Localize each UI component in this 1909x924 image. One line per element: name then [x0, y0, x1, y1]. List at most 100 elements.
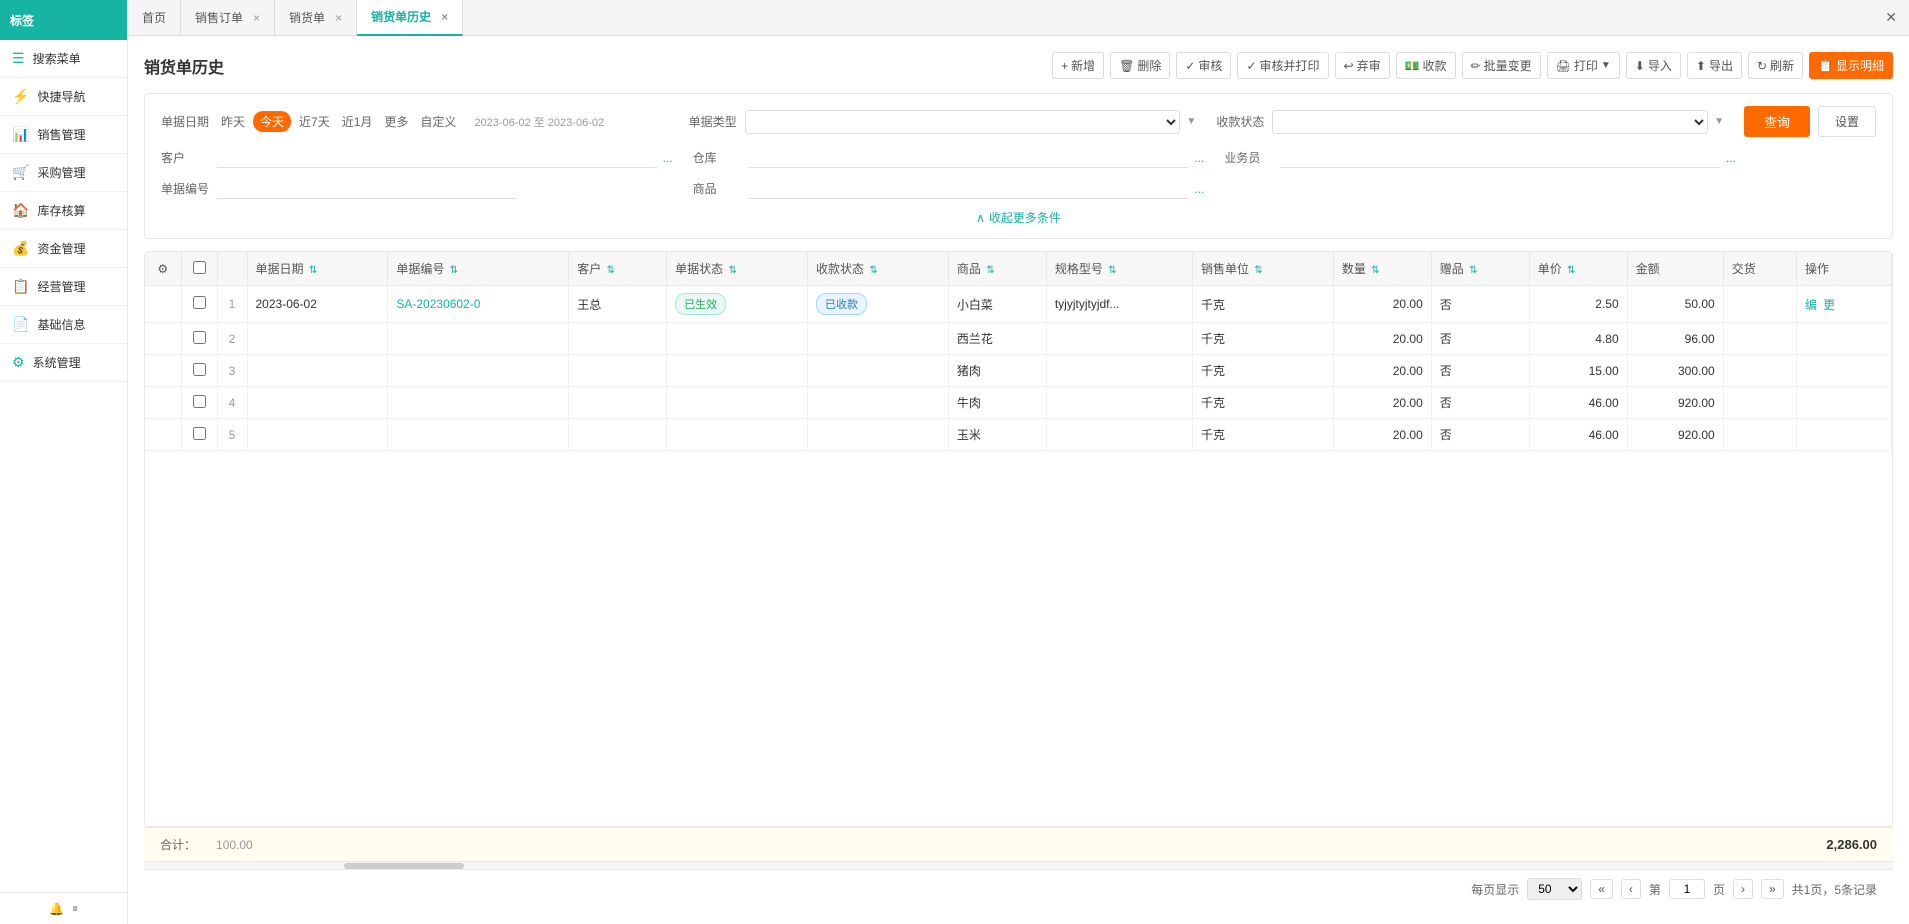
sys-mgmt-icon: ⚙	[12, 354, 25, 371]
th-checkbox[interactable]	[181, 252, 217, 286]
sidebar-item-quick-nav[interactable]: ⚡ 快捷导航	[0, 78, 127, 116]
tab-sales-goods[interactable]: 销货单 ×	[275, 0, 357, 36]
last-page-button[interactable]: »	[1761, 879, 1784, 899]
prev-page-button[interactable]: ‹	[1621, 879, 1641, 899]
collect-button[interactable]: 💵 收款	[1396, 52, 1456, 79]
td-unit-price: 46.00	[1529, 387, 1627, 419]
row-checkbox[interactable]	[193, 296, 206, 309]
collect-status-select[interactable]	[1272, 110, 1708, 134]
td-checkbox[interactable]	[181, 323, 217, 355]
td-doc-no[interactable]	[388, 387, 569, 419]
row-checkbox[interactable]	[193, 331, 206, 344]
td-doc-no[interactable]	[388, 419, 569, 451]
td-checkbox[interactable]	[181, 286, 217, 323]
print-button[interactable]: 🖨 打印 ▼	[1547, 52, 1620, 79]
edit-action[interactable]: 编	[1805, 298, 1817, 312]
shortcut-more[interactable]: 更多	[380, 111, 412, 132]
first-page-button[interactable]: «	[1590, 879, 1613, 899]
delete-button[interactable]: 🗑 删除	[1110, 52, 1170, 79]
th-transaction: 交货	[1723, 252, 1796, 286]
sidebar-item-inventory[interactable]: 🏠 库存核算	[0, 192, 127, 230]
select-all-checkbox[interactable]	[193, 261, 206, 274]
import-button[interactable]: ⬇ 导入	[1626, 52, 1681, 79]
sidebar-item-basic-info[interactable]: 📄 基础信息	[0, 306, 127, 344]
sort-collect-status-icon: ⇅	[869, 265, 877, 276]
page-number-input[interactable]: 1	[1669, 879, 1705, 899]
sidebar-bottom: 🔔 ⏸	[0, 892, 127, 924]
th-gift[interactable]: 赠品 ⇅	[1431, 252, 1529, 286]
more-action[interactable]: 更	[1823, 298, 1835, 312]
batch-change-button[interactable]: ✏ 批量变更	[1462, 52, 1541, 79]
collapse-icon: ∧	[976, 211, 985, 225]
goods-input[interactable]	[749, 178, 1189, 199]
tab-sales-goods-close[interactable]: ×	[335, 11, 342, 25]
sort-goods-icon: ⇅	[986, 265, 994, 276]
export-button[interactable]: ⬆ 导出	[1687, 52, 1742, 79]
shortcut-7days[interactable]: 近7天	[295, 111, 334, 132]
th-spec[interactable]: 规格型号 ⇅	[1046, 252, 1192, 286]
show-detail-button[interactable]: 📋 显示明细	[1809, 52, 1893, 79]
audit-print-button[interactable]: ✓ 审核并打印	[1237, 52, 1328, 79]
sidebar-item-purchase-mgmt[interactable]: 🛒 采购管理	[0, 154, 127, 192]
customer-ellipsis[interactable]: ...	[663, 151, 673, 165]
th-unit-price[interactable]: 单价 ⇅	[1529, 252, 1627, 286]
td-doc-no[interactable]	[388, 355, 569, 387]
abandon-button[interactable]: ↩ 弃审	[1335, 52, 1390, 79]
th-settings[interactable]: ⚙	[145, 252, 181, 286]
row-checkbox[interactable]	[193, 427, 206, 440]
doc-type-select[interactable]	[745, 110, 1181, 134]
th-unit[interactable]: 销售单位 ⇅	[1192, 252, 1333, 286]
th-qty[interactable]: 数量 ⇅	[1333, 252, 1431, 286]
td-checkbox[interactable]	[181, 355, 217, 387]
setting-button[interactable]: 设置	[1818, 106, 1876, 137]
sidebar-item-sys-mgmt[interactable]: ⚙ 系统管理	[0, 344, 127, 382]
warehouse-input[interactable]	[749, 147, 1189, 168]
refresh-button[interactable]: ↻ 刷新	[1748, 52, 1803, 79]
shortcut-1month[interactable]: 近1月	[338, 111, 377, 132]
sidebar-item-operations[interactable]: 📋 经营管理	[0, 268, 127, 306]
sidebar-bottom-icon2[interactable]: ⏸	[72, 901, 78, 916]
shortcut-custom[interactable]: 自定义	[416, 111, 460, 132]
td-doc-no[interactable]: SA-20230602-0	[388, 286, 569, 323]
staff-input[interactable]	[1280, 147, 1720, 168]
sidebar-item-search-menu[interactable]: ☰ 搜索菜单	[0, 40, 127, 78]
th-doc-no[interactable]: 单据编号 ⇅	[388, 252, 569, 286]
tab-sales-history-close[interactable]: ×	[441, 10, 448, 24]
tab-home[interactable]: 首页	[128, 0, 181, 36]
shortcut-yesterday[interactable]: 昨天	[217, 111, 249, 132]
query-button[interactable]: 查询	[1744, 106, 1810, 137]
sidebar-item-sales-mgmt[interactable]: 📊 销售管理	[0, 116, 127, 154]
customer-input[interactable]	[217, 147, 657, 168]
collapse-button[interactable]: ∧ 收起更多条件	[976, 209, 1061, 226]
th-actions: 操作	[1797, 252, 1892, 286]
tab-sales-order-close[interactable]: ×	[253, 11, 260, 25]
audit-button[interactable]: ✓ 审核	[1176, 52, 1231, 79]
td-qty: 20.00	[1333, 323, 1431, 355]
th-collect-status[interactable]: 收款状态 ⇅	[808, 252, 949, 286]
tab-bar-close[interactable]: ✕	[1873, 9, 1909, 26]
shortcut-today[interactable]: 今天	[253, 111, 291, 132]
row-checkbox[interactable]	[193, 363, 206, 376]
th-doc-date[interactable]: 单据日期 ⇅	[247, 252, 388, 286]
td-doc-status: 已生效	[667, 286, 808, 323]
next-page-button[interactable]: ›	[1733, 879, 1753, 899]
staff-ellipsis[interactable]: ...	[1726, 151, 1736, 165]
tab-sales-history[interactable]: 销货单历史 ×	[357, 0, 463, 36]
td-checkbox[interactable]	[181, 387, 217, 419]
sidebar-bottom-icon1[interactable]: 🔔	[49, 902, 64, 916]
td-checkbox[interactable]	[181, 419, 217, 451]
add-button[interactable]: + 新增	[1052, 52, 1104, 79]
warehouse-ellipsis[interactable]: ...	[1194, 151, 1204, 165]
tab-sales-order[interactable]: 销售订单 ×	[181, 0, 275, 36]
goods-ellipsis[interactable]: ...	[1194, 182, 1204, 196]
th-goods[interactable]: 商品 ⇅	[948, 252, 1046, 286]
th-doc-status[interactable]: 单据状态 ⇅	[667, 252, 808, 286]
td-goods: 牛肉	[948, 387, 1046, 419]
td-doc-status	[667, 419, 808, 451]
td-doc-no[interactable]	[388, 323, 569, 355]
page-size-select[interactable]: 50 100 200	[1527, 878, 1582, 900]
sidebar-item-finance[interactable]: 💰 资金管理	[0, 230, 127, 268]
doc-no-input[interactable]	[217, 178, 517, 199]
th-customer[interactable]: 客户 ⇅	[569, 252, 667, 286]
row-checkbox[interactable]	[193, 395, 206, 408]
